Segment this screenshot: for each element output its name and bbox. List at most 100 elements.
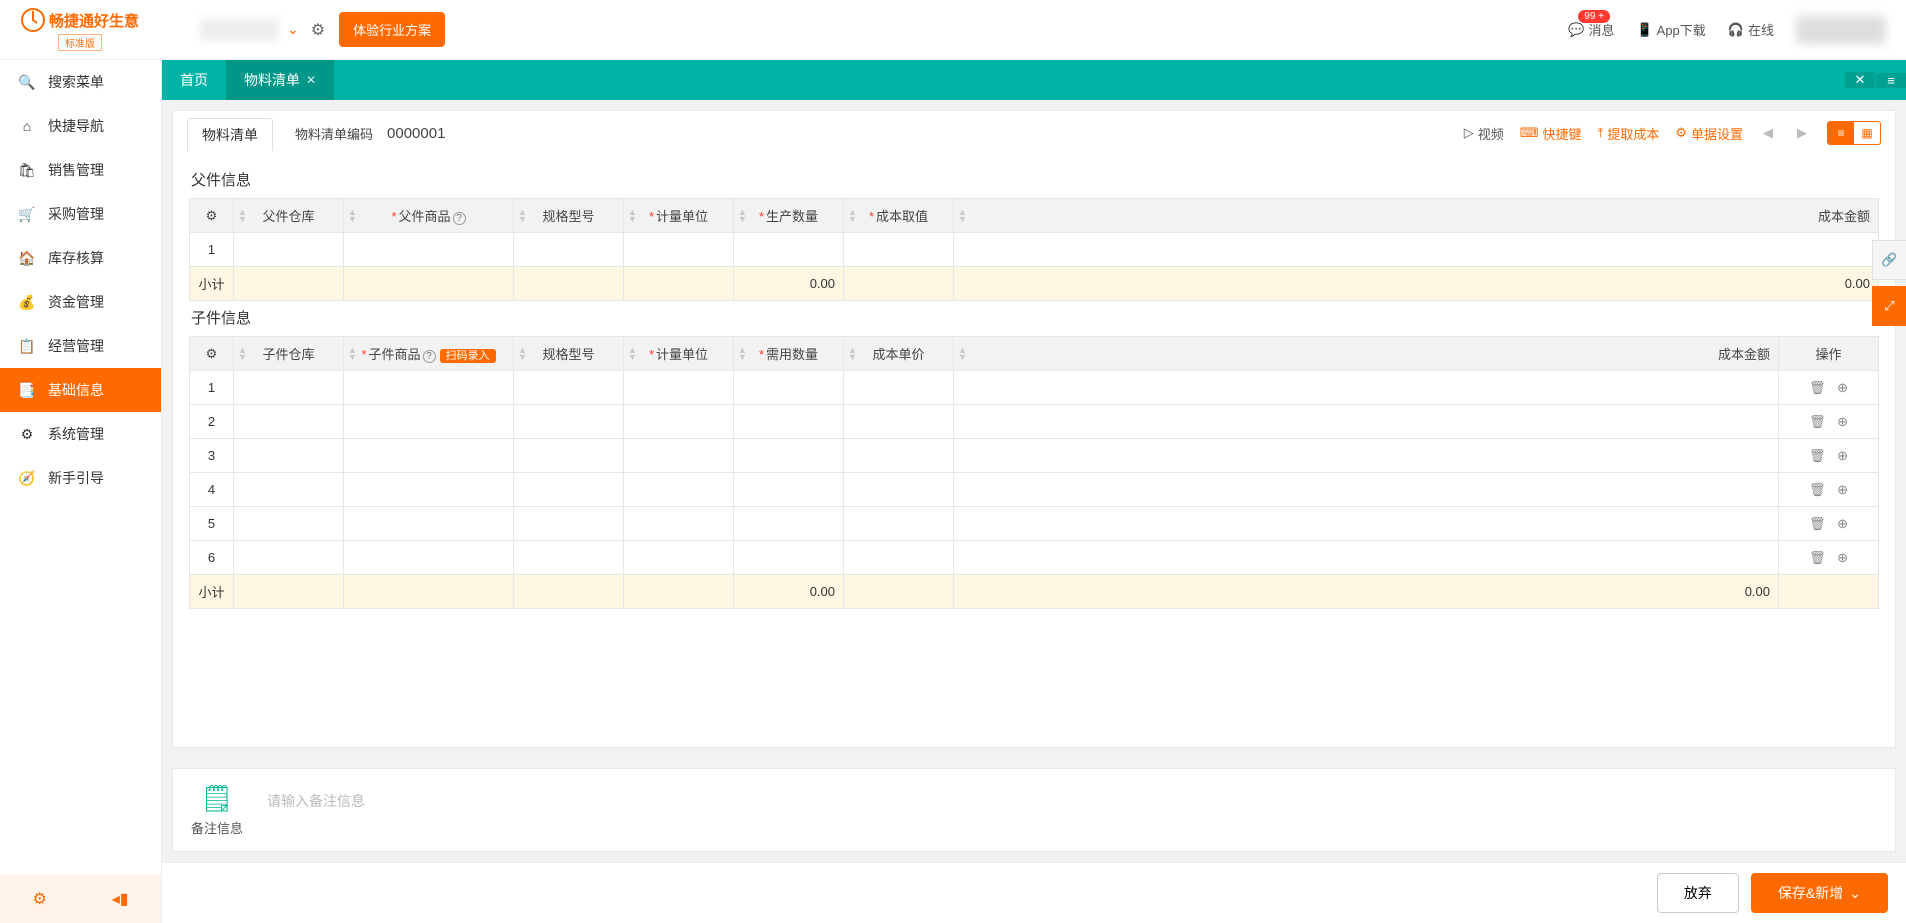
child-col-gear[interactable]: ⚙ [190,337,234,371]
child-col-unitcost[interactable]: ▲▼成本单价 [844,337,954,371]
row-add-icon[interactable]: ⊕ [1833,482,1852,497]
tool-video[interactable]: ▷视频 [1464,124,1504,143]
table-row[interactable]: 5🗑 ⊕ [190,507,1879,541]
save-and-new-button[interactable]: 保存&新增 ⌄ [1751,873,1888,913]
nav-next-icon[interactable]: ▶ [1793,125,1811,141]
child-col-spec[interactable]: ▲▼规格型号 [514,337,624,371]
row-delete-icon[interactable]: 🗑 [1805,448,1830,463]
child-section-title: 子件信息 [191,307,1879,328]
parent-subtotal-row: 小计 0.00 0.00 [190,267,1879,301]
sidebar-settings-icon[interactable]: ⚙ [32,889,46,909]
parent-col-spec[interactable]: ▲▼规格型号 [514,199,624,233]
sidebar-item-5[interactable]: 💰资金管理 [0,280,161,324]
row-add-icon[interactable]: ⊕ [1833,550,1852,565]
row-delete-icon[interactable]: 🗑 [1805,516,1830,531]
info-icon[interactable]: ? [453,212,466,225]
parent-col-product[interactable]: ▲▼*父件商品? [344,199,514,233]
extract-icon: ⤒ [1598,125,1604,141]
table-row[interactable]: 4🗑 ⊕ [190,473,1879,507]
info-icon[interactable]: ? [423,350,436,363]
bom-code-label: 物料清单编码 [295,124,373,143]
table-row[interactable]: 1 [190,233,1879,267]
sidebar-item-icon: 🔍 [18,74,36,91]
parent-col-gear[interactable]: ⚙ [190,199,234,233]
row-add-icon[interactable]: ⊕ [1833,448,1852,463]
sidebar-item-7[interactable]: 📑基础信息 [0,368,161,412]
tool-shortcut[interactable]: ⌨快捷键 [1520,124,1582,143]
sidebar-item-label: 销售管理 [48,160,104,180]
chevron-down-icon: ⌄ [287,21,299,38]
app-download-link[interactable]: 📱 App下载 [1636,20,1705,39]
child-col-warehouse[interactable]: ▲▼子件仓库 [234,337,344,371]
notes-section: 🗒 备注信息 [172,768,1896,852]
sidebar-item-icon: 🧭 [18,470,36,487]
parent-table: ⚙ ▲▼父件仓库 ▲▼*父件商品? ▲▼规格型号 ▲▼*计量单位 ▲▼*生产数量… [189,198,1879,301]
footer-actions: 放弃 保存&新增 ⌄ [162,862,1906,923]
user-avatar-blurred[interactable] [1796,16,1886,44]
save-new-label: 保存&新增 [1778,883,1843,903]
panel-tab[interactable]: 物料清单 [187,118,273,151]
discard-button[interactable]: 放弃 [1657,873,1739,913]
sidebar-collapse-icon[interactable]: ◂▮ [112,889,129,909]
child-col-need[interactable]: ▲▼*需用数量 [734,337,844,371]
sidebar-item-icon: 📋 [18,338,36,355]
sidebar-item-icon: 💰 [18,294,36,311]
online-support-link[interactable]: 🎧 在线 [1728,20,1774,39]
tool-extract-cost[interactable]: ⤒提取成本 [1598,124,1660,143]
sidebar-item-0[interactable]: 🔍搜索菜单 [0,60,161,104]
trial-industry-button[interactable]: 体验行业方案 [339,12,445,47]
tabstrip-close-button[interactable]: ✕ [1845,72,1875,88]
brand-name: 畅捷通好生意 [49,10,139,31]
view-list-button[interactable]: ≡ [1828,122,1854,144]
table-row[interactable]: 6🗑 ⊕ [190,541,1879,575]
messages-link[interactable]: 💬 消息 99 + [1568,20,1614,39]
brand-edition: 标准版 [58,34,102,51]
child-col-product[interactable]: ▲▼*子件商品?扫码录入 [344,337,514,371]
row-add-icon[interactable]: ⊕ [1833,516,1852,531]
row-delete-icon[interactable]: 🗑 [1805,482,1830,497]
sidebar-item-8[interactable]: ⚙ 系统管理 [0,412,161,456]
sidebar-item-2[interactable]: 🛍销售管理 [0,148,161,192]
tab-home[interactable]: 首页 [162,60,226,100]
row-add-icon[interactable]: ⊕ [1833,414,1852,429]
notes-input[interactable] [263,783,1877,819]
child-col-unit[interactable]: ▲▼*计量单位 [624,337,734,371]
parent-col-qty[interactable]: ▲▼*生产数量 [734,199,844,233]
tool-video-label: 视频 [1478,124,1504,143]
row-delete-icon[interactable]: 🗑 [1805,380,1830,395]
parent-col-costfetch[interactable]: ▲▼*成本取值 [844,199,954,233]
floating-side-tabs: 🔗 ⤢ [1872,240,1906,326]
table-row[interactable]: 2🗑 ⊕ [190,405,1879,439]
sidebar-item-9[interactable]: 🧭新手引导 [0,456,161,500]
float-expand-icon[interactable]: ⤢ [1872,286,1906,326]
child-col-amount[interactable]: ▲▼成本金额 [954,337,1779,371]
sidebar-item-icon: ⚙ [18,426,36,443]
parent-header-row: ⚙ ▲▼父件仓库 ▲▼*父件商品? ▲▼规格型号 ▲▼*计量单位 ▲▼*生产数量… [190,199,1879,233]
table-row[interactable]: 3🗑 ⊕ [190,439,1879,473]
org-selector[interactable]: ⌄ [200,18,299,41]
sidebar-bottom: ⚙ ◂▮ [0,875,161,923]
tool-doc-settings[interactable]: ⚙单据设置 [1675,124,1743,143]
sidebar-item-3[interactable]: 🛒采购管理 [0,192,161,236]
org-settings-icon[interactable]: ⚙ [311,20,325,40]
view-card-button[interactable]: ▦ [1854,122,1880,144]
row-delete-icon[interactable]: 🗑 [1805,550,1830,565]
sidebar-item-4[interactable]: 🏠库存核算 [0,236,161,280]
parent-col-warehouse[interactable]: ▲▼父件仓库 [234,199,344,233]
tab-close-icon[interactable]: ✕ [306,73,316,87]
row-delete-icon[interactable]: 🗑 [1805,414,1830,429]
sidebar-item-icon: 🏠 [18,250,36,267]
row-add-icon[interactable]: ⊕ [1833,380,1852,395]
sidebar-item-1[interactable]: ⌂快捷导航 [0,104,161,148]
scan-badge[interactable]: 扫码录入 [440,349,496,363]
table-row[interactable]: 1🗑 ⊕ [190,371,1879,405]
sidebar-item-6[interactable]: 📋经营管理 [0,324,161,368]
tab-bom[interactable]: 物料清单 ✕ [226,60,334,100]
nav-prev-icon[interactable]: ◀ [1759,125,1777,141]
parent-col-unit[interactable]: ▲▼*计量单位 [624,199,734,233]
tabstrip-menu-button[interactable]: ≡ [1876,73,1906,88]
parent-col-amount[interactable]: ▲▼成本金额 [954,199,1879,233]
notes-icon: 🗒 [201,783,234,814]
sidebar-item-label: 系统管理 [48,424,104,444]
float-attachment-icon[interactable]: 🔗 [1872,240,1906,280]
